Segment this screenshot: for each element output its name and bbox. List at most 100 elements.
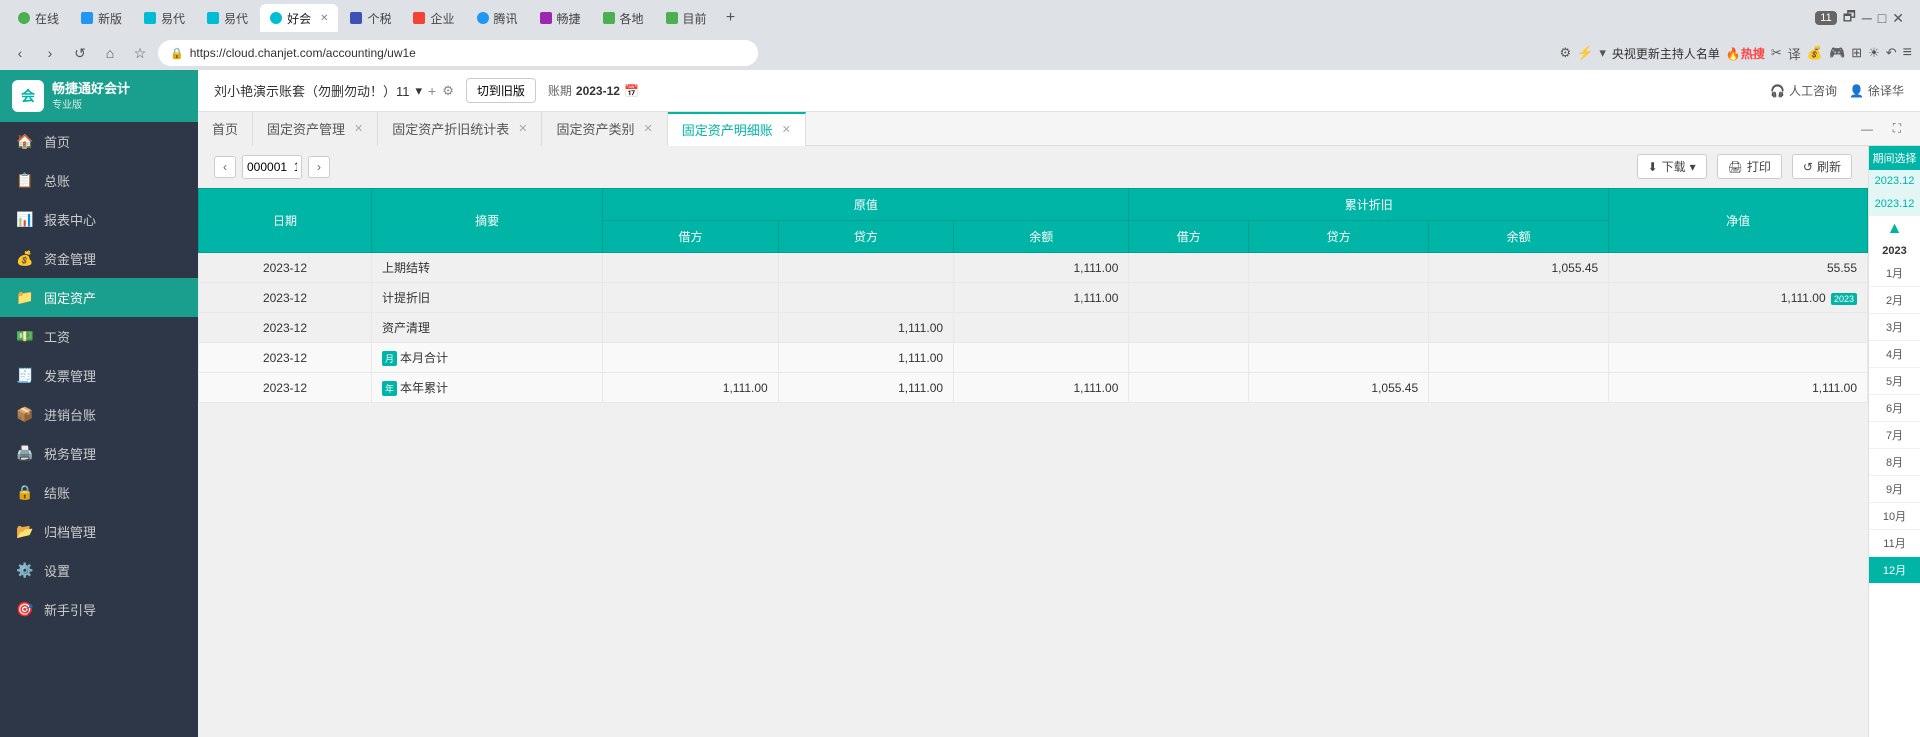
browser-tab-gedi[interactable]: 各地 <box>593 4 654 32</box>
sidebar-item-payroll[interactable]: 💵 工资 <box>0 317 198 356</box>
tab-fixed-assets-mgmt[interactable]: 固定资产管理 ✕ <box>253 112 378 146</box>
period-month-6[interactable]: 6月 <box>1869 395 1920 422</box>
cell-orig-credit <box>778 253 953 283</box>
th-original-value: 原值 <box>603 189 1129 221</box>
switch-version-button[interactable]: 切到旧版 <box>466 78 536 103</box>
browser-tab-haohui[interactable]: 好会 ✕ <box>260 4 338 32</box>
cell-accum-balance <box>1429 343 1609 373</box>
cell-orig-balance <box>954 313 1129 343</box>
cell-orig-credit <box>778 283 953 313</box>
browser-tab-changjie[interactable]: 畅捷 <box>530 4 591 32</box>
reload-button[interactable]: ↺ <box>68 41 92 65</box>
dropdown-arrow[interactable]: ▾ <box>416 83 423 99</box>
tab-asset-detail-ledger[interactable]: 固定资产明细账 ✕ <box>668 112 806 146</box>
tab-close-asset-category[interactable]: ✕ <box>644 122 653 135</box>
browser-tab-yidai1[interactable]: 易代 <box>134 4 195 32</box>
sidebar-item-tax[interactable]: 🖨️ 税务管理 <box>0 434 198 473</box>
tab-home[interactable]: 首页 <box>198 112 253 146</box>
download-button[interactable]: ⬇ 下载 ▾ <box>1637 154 1707 179</box>
add-account-btn[interactable]: + <box>428 83 436 99</box>
period-month-4[interactable]: 4月 <box>1869 341 1920 368</box>
browser-tab-yidai2[interactable]: 易代 <box>197 4 258 32</box>
ssl-lock-icon: 🔒 <box>170 47 184 60</box>
tab-expand-icon[interactable]: ⛶ <box>1886 118 1908 140</box>
menu-icon[interactable]: ≡ <box>1903 44 1912 62</box>
period-month-10[interactable]: 10月 <box>1869 503 1920 530</box>
browser-tab-qiye[interactable]: 企业 <box>403 4 464 32</box>
print-button[interactable]: 🖨 打印 <box>1717 154 1782 179</box>
user-profile-btn[interactable]: 👤 徐译华 <box>1849 82 1904 99</box>
tab-asset-category[interactable]: 固定资产类别 ✕ <box>542 112 667 146</box>
sidebar-item-reports[interactable]: 📊 报表中心 <box>0 200 198 239</box>
tab-minimize-icon[interactable]: — <box>1856 118 1878 140</box>
table-row-yearly-total: 2023-12 年本年累计 1,111.00 1,111.00 1,111.00… <box>199 373 1868 403</box>
translate-icon[interactable]: 译 <box>1788 44 1801 63</box>
period-date-end[interactable]: 2023.12 <box>1869 193 1920 216</box>
period-month-7[interactable]: 7月 <box>1869 422 1920 449</box>
sidebar-item-funds[interactable]: 💰 资金管理 <box>0 239 198 278</box>
th-accum-debit: 借方 <box>1129 221 1249 253</box>
th-orig-debit: 借方 <box>603 221 778 253</box>
browser-tab-online[interactable]: 在线 <box>8 4 69 32</box>
print-icon: 🖨 <box>1728 160 1743 174</box>
customer-service-btn[interactable]: 🎧 人工咨询 <box>1770 82 1837 99</box>
period-scroll-up[interactable]: ▲ <box>1887 216 1903 242</box>
sidebar-item-ledger[interactable]: 📋 总账 <box>0 161 198 200</box>
period-month-5[interactable]: 5月 <box>1869 368 1920 395</box>
history-icon[interactable]: ↶ <box>1886 45 1897 61</box>
wallet-icon[interactable]: 💰 <box>1807 45 1823 61</box>
tab-depreciation-stats[interactable]: 固定资产折旧统计表 ✕ <box>378 112 542 146</box>
forward-button[interactable]: › <box>38 41 62 65</box>
grid-icon[interactable]: ⊞ <box>1851 45 1862 61</box>
page-number-input[interactable] <box>242 155 302 179</box>
next-page-button[interactable]: › <box>308 156 330 178</box>
period-month-9[interactable]: 9月 <box>1869 476 1920 503</box>
hot-search-label[interactable]: 🔥热搜 <box>1726 45 1765 62</box>
period-month-3[interactable]: 3月 <box>1869 314 1920 341</box>
minimize-btn[interactable]: ─ <box>1862 10 1872 26</box>
browser-tab-geshui[interactable]: 个税 <box>340 4 401 32</box>
sidebar-item-home[interactable]: 🏠 首页 <box>0 122 198 161</box>
gamepad-icon[interactable]: 🎮 <box>1829 45 1845 61</box>
period-month-1[interactable]: 1月 <box>1869 260 1920 287</box>
browser-tab-muqian[interactable]: 目前 <box>656 4 717 32</box>
browser-tab-new[interactable]: 新版 <box>71 4 132 32</box>
brightness-icon[interactable]: ☀ <box>1868 45 1880 61</box>
reports-icon: 📊 <box>16 211 34 229</box>
settings-account-btn[interactable]: ⚙ <box>442 83 454 99</box>
period-panel: 期间选择 2023.12 2023.12 ▲ 2023 1月 2月 3月 4月 … <box>1868 146 1920 737</box>
maximize-btn[interactable]: □ <box>1878 10 1886 26</box>
sidebar-item-invoice[interactable]: 🧾 发票管理 <box>0 356 198 395</box>
cell-summary: 计提折旧 <box>371 283 602 313</box>
download-dropdown-icon[interactable]: ▾ <box>1690 160 1696 174</box>
tab-close-fixed-assets-mgmt[interactable]: ✕ <box>354 122 363 135</box>
period-month-12[interactable]: 12月 <box>1869 557 1920 584</box>
period-info: 账期 2023-12 📅 <box>548 82 639 99</box>
cell-orig-balance: 1,111.00 <box>954 373 1129 403</box>
sidebar-item-fixed-assets[interactable]: 📁 固定资产 <box>0 278 198 317</box>
sidebar-item-archive[interactable]: 📂 归档管理 <box>0 512 198 551</box>
prev-page-button[interactable]: ‹ <box>214 156 236 178</box>
tab-close-asset-detail-ledger[interactable]: ✕ <box>782 123 791 136</box>
restore-btn[interactable]: 🗗 <box>1843 6 1856 30</box>
period-month-8[interactable]: 8月 <box>1869 449 1920 476</box>
period-month-11[interactable]: 11月 <box>1869 530 1920 557</box>
back-button[interactable]: ‹ <box>8 41 32 65</box>
sidebar-item-sales[interactable]: 📦 进销台账 <box>0 395 198 434</box>
calendar-icon[interactable]: 📅 <box>624 84 639 98</box>
new-tab-button[interactable]: + <box>719 6 743 30</box>
tab-close-depreciation-stats[interactable]: ✕ <box>518 122 527 135</box>
refresh-button[interactable]: ↺ 刷新 <box>1792 154 1852 179</box>
browser-tab-tengxun[interactable]: 腾讯 <box>467 4 528 32</box>
home-button[interactable]: ⌂ <box>98 41 122 65</box>
sidebar-item-guide[interactable]: 🎯 新手引导 <box>0 590 198 629</box>
close-window-btn[interactable]: ✕ <box>1892 10 1904 27</box>
browser-tab-close[interactable]: ✕ <box>320 13 328 24</box>
bookmark-button[interactable]: ☆ <box>128 41 152 65</box>
sidebar-item-settings[interactable]: ⚙️ 设置 <box>0 551 198 590</box>
address-bar[interactable]: 🔒 https://cloud.chanjet.com/accounting/u… <box>158 40 758 66</box>
dropdown-icon[interactable]: ▾ <box>1599 45 1606 61</box>
period-date-start[interactable]: 2023.12 <box>1869 170 1920 193</box>
sidebar-item-close[interactable]: 🔒 结账 <box>0 473 198 512</box>
period-month-2[interactable]: 2月 <box>1869 287 1920 314</box>
